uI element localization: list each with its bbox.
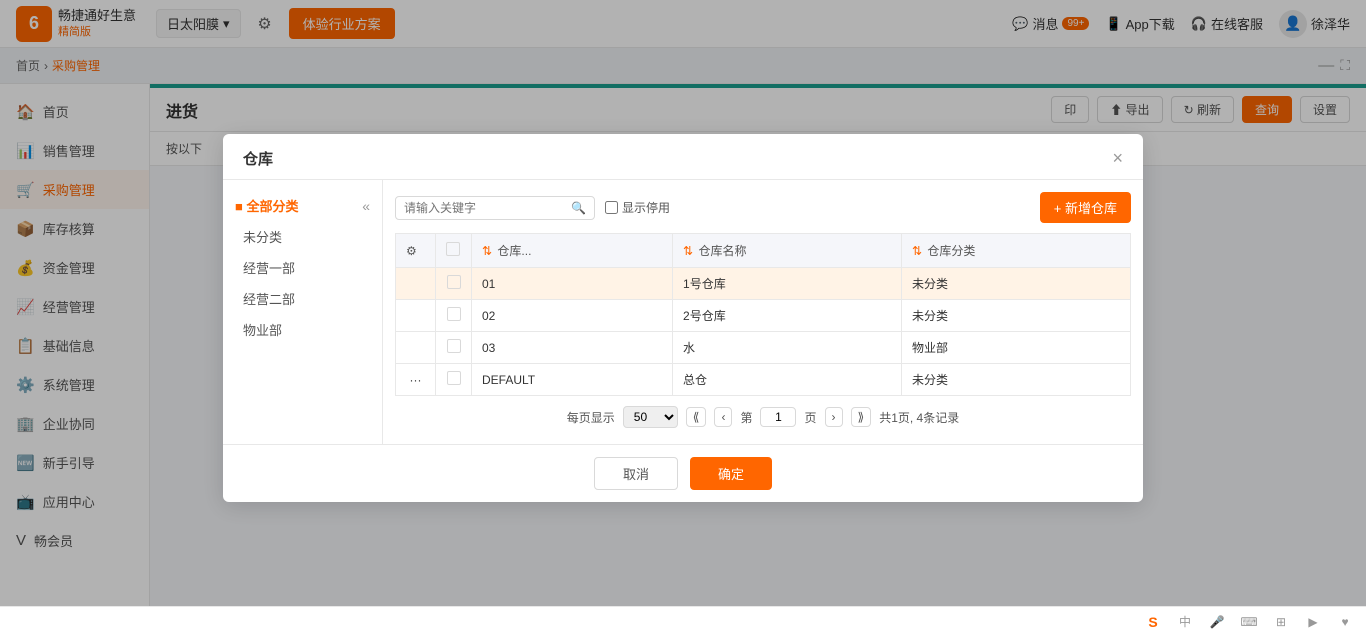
category-tree: ■ 全部分类 « 未分类 经营一部 经营二部 物业部: [223, 180, 383, 444]
page-label-post: 页: [804, 409, 816, 426]
th-category[interactable]: ⇅ 仓库分类: [902, 234, 1131, 268]
row-name-1: 1号仓库: [673, 268, 902, 300]
tree-header: ■ 全部分类 «: [223, 190, 382, 221]
prev-page-btn[interactable]: ‹: [714, 407, 732, 427]
table-body: 01 1号仓库 未分类 02 2号仓库 未分类: [396, 268, 1131, 396]
row-code-4: DEFAULT: [472, 364, 673, 396]
confirm-button[interactable]: 确定: [690, 457, 772, 490]
per-page-select[interactable]: 50 10 20 100: [623, 406, 678, 428]
sort-icon-code: ⇅: [482, 244, 492, 258]
modal-header: 仓库 ×: [223, 134, 1143, 180]
row-check-2[interactable]: [436, 300, 472, 332]
th-check: [436, 234, 472, 268]
modal-title: 仓库: [243, 148, 273, 169]
modal-overlay: 仓库 × ■ 全部分类 « 未分类 经营一部 经营二部: [0, 0, 1366, 636]
row-category-2: 未分类: [902, 300, 1131, 332]
row-code-3: 03: [472, 332, 673, 364]
play-icon[interactable]: ▶: [1302, 611, 1324, 633]
all-categories[interactable]: ■ 全部分类: [235, 196, 298, 215]
th-name[interactable]: ⇅ 仓库名称: [673, 234, 902, 268]
search-icon: 🔍: [571, 201, 586, 215]
tree-item-property[interactable]: 物业部: [223, 314, 382, 345]
warehouse-table: ⚙ ⇅ 仓库... ⇅ 仓库名称: [395, 233, 1131, 396]
row-settings-1: [396, 268, 436, 300]
table-row[interactable]: 01 1号仓库 未分类: [396, 268, 1131, 300]
row-code-2: 02: [472, 300, 673, 332]
last-page-btn[interactable]: ⟫: [851, 407, 872, 427]
th-code[interactable]: ⇅ 仓库...: [472, 234, 673, 268]
row-category-3: 物业部: [902, 332, 1131, 364]
show-disabled-label[interactable]: 显示停用: [605, 199, 670, 216]
table-row[interactable]: 03 水 物业部: [396, 332, 1131, 364]
table-row[interactable]: 02 2号仓库 未分类: [396, 300, 1131, 332]
next-page-btn[interactable]: ›: [825, 407, 843, 427]
modal-body: ■ 全部分类 « 未分类 经营一部 经营二部 物业部: [223, 180, 1143, 444]
ime-icon[interactable]: 中: [1174, 611, 1196, 633]
tree-item-uncategorized[interactable]: 未分类: [223, 221, 382, 252]
row-check-1[interactable]: [436, 268, 472, 300]
row-settings-2: [396, 300, 436, 332]
collapse-icon[interactable]: «: [362, 198, 370, 214]
total-info: 共1页, 4条记录: [879, 409, 959, 426]
page-label-pre: 第: [740, 409, 752, 426]
grid-icon[interactable]: ⊞: [1270, 611, 1292, 633]
add-warehouse-button[interactable]: + 新增仓库: [1040, 192, 1131, 223]
show-disabled-checkbox[interactable]: [605, 201, 618, 214]
table-wrapper: ⚙ ⇅ 仓库... ⇅ 仓库名称: [395, 233, 1131, 396]
sort-icon-name: ⇅: [683, 244, 693, 258]
row-name-3: 水: [673, 332, 902, 364]
table-row[interactable]: ··· DEFAULT 总仓 未分类: [396, 364, 1131, 396]
search-input[interactable]: [404, 201, 567, 215]
tree-item-dept1[interactable]: 经营一部: [223, 252, 382, 283]
page-number-input[interactable]: [760, 407, 796, 427]
first-page-btn[interactable]: ⟪: [686, 407, 707, 427]
row-category-4: 未分类: [902, 364, 1131, 396]
modal-footer: 取消 确定: [223, 444, 1143, 502]
search-field[interactable]: 🔍: [395, 196, 595, 220]
statusbar: S 中 🎤 ⌨ ⊞ ▶ ♥: [0, 606, 1366, 636]
mic-icon[interactable]: 🎤: [1206, 611, 1228, 633]
sort-icon-category: ⇅: [912, 244, 922, 258]
row-check-3[interactable]: [436, 332, 472, 364]
select-all-checkbox[interactable]: [446, 242, 460, 256]
table-head: ⚙ ⇅ 仓库... ⇅ 仓库名称: [396, 234, 1131, 268]
table-toolbar: 🔍 显示停用 + 新增仓库: [395, 192, 1131, 223]
row-category-1: 未分类: [902, 268, 1131, 300]
row-code-1: 01: [472, 268, 673, 300]
row-settings-4: ···: [396, 364, 436, 396]
brand-icon[interactable]: S: [1142, 611, 1164, 633]
close-icon[interactable]: ×: [1112, 148, 1123, 169]
pagination: 每页显示 50 10 20 100 ⟪ ‹ 第 页 › ⟫ 共1页, 4条记录: [395, 396, 1131, 432]
row-check-4[interactable]: [436, 364, 472, 396]
keyboard-icon[interactable]: ⌨: [1238, 611, 1260, 633]
table-area: 🔍 显示停用 + 新增仓库 ⚙: [383, 180, 1143, 444]
heart-icon[interactable]: ♥: [1334, 611, 1356, 633]
row-name-4: 总仓: [673, 364, 902, 396]
row-settings-3: [396, 332, 436, 364]
tree-item-dept2[interactable]: 经营二部: [223, 283, 382, 314]
row-name-2: 2号仓库: [673, 300, 902, 332]
th-settings: ⚙: [396, 234, 436, 268]
warehouse-modal: 仓库 × ■ 全部分类 « 未分类 经营一部 经营二部: [223, 134, 1143, 502]
cancel-button[interactable]: 取消: [594, 457, 678, 490]
